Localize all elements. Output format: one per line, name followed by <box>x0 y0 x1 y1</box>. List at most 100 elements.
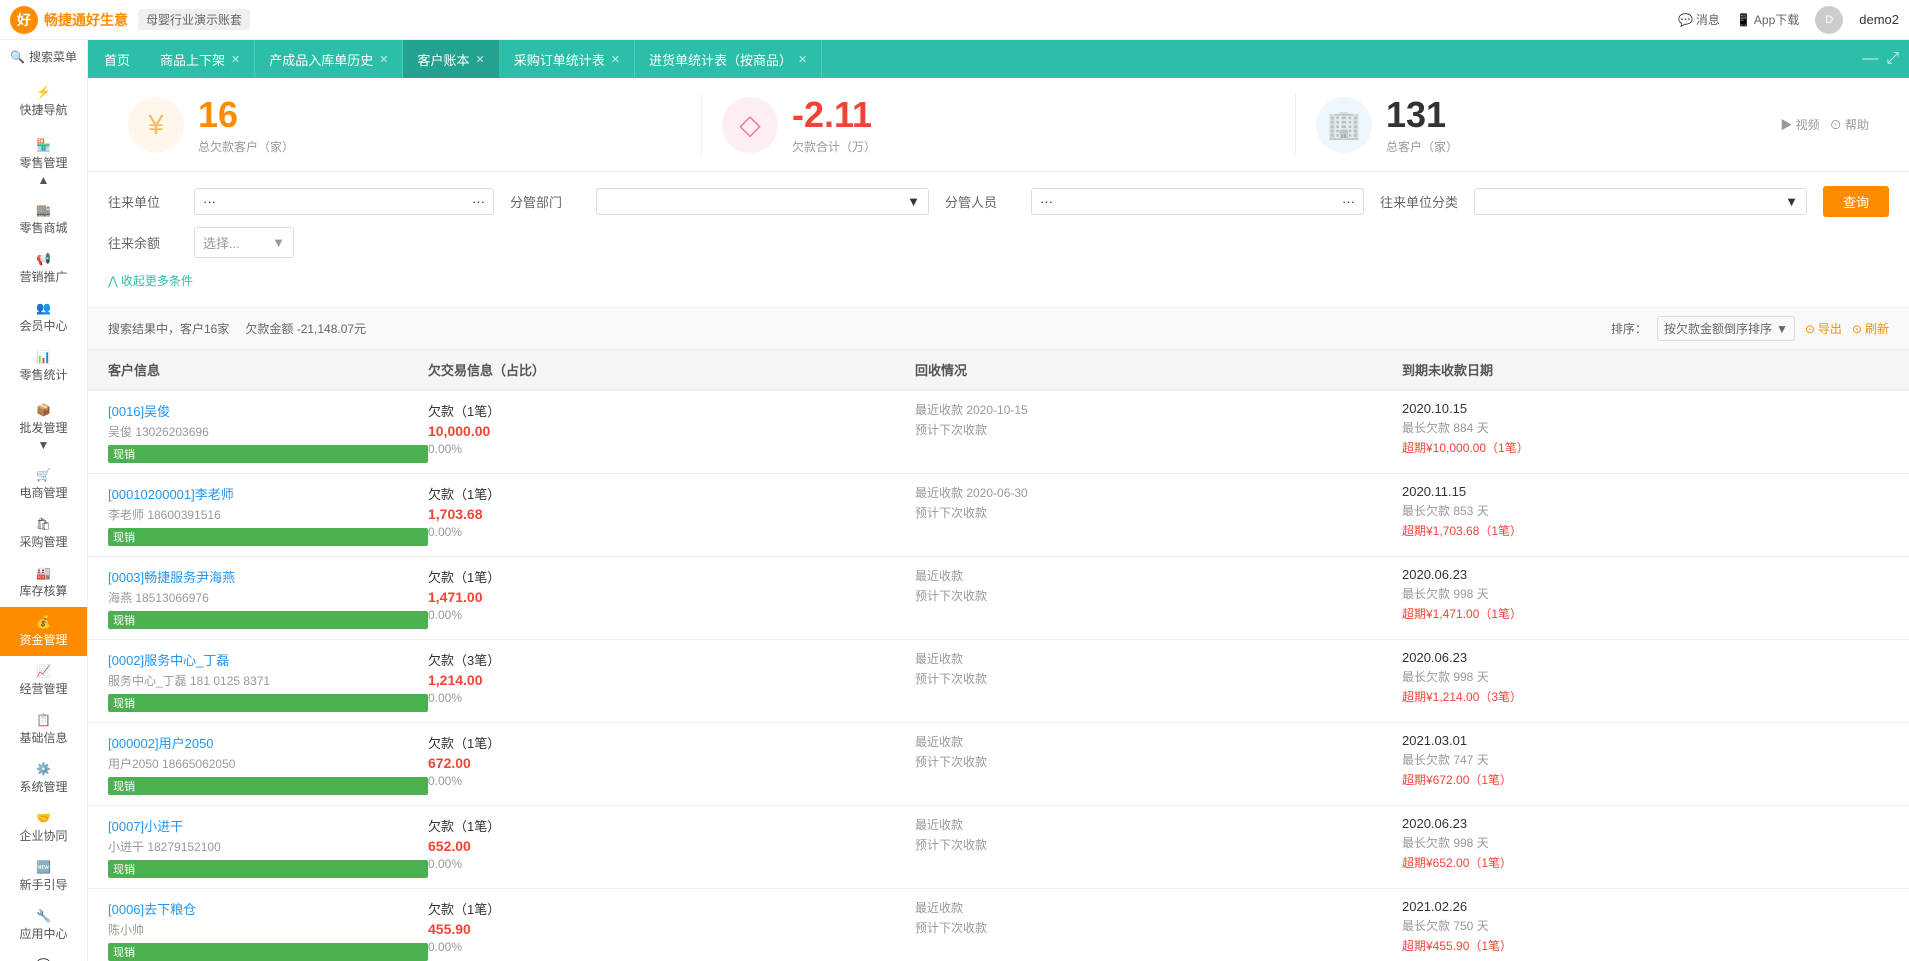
tab-minimize-btn[interactable]: — <box>1862 50 1878 68</box>
due-cell-4: 2021.03.01 最长欠款 747 天 超期¥672.00（1笔） <box>1402 733 1889 795</box>
filter-row-1: 往来单位 ··· ··· 分管部门 ▼ 分管人员 ··· <box>108 186 1889 217</box>
table-header: 客户信息 欠交易信息（占比） 回收情况 到期未收款日期 <box>88 350 1909 391</box>
customer-cell-4: [000002]用户2050 用户2050 18665062050 现销 <box>108 733 428 795</box>
sidebar-item-capital[interactable]: 💰 资金管理 <box>0 607 87 656</box>
debt-ratio-3: 0.00% <box>428 691 915 705</box>
sidebar-item-inventory[interactable]: 🏭 库存核算 <box>0 558 87 607</box>
avatar[interactable]: D <box>1815 6 1843 34</box>
marketing-icon: 📢 <box>36 252 51 266</box>
sidebar-item-nav[interactable]: ⚡ 快捷导航 <box>0 77 87 126</box>
tab-maximize-btn[interactable]: ⤢ <box>1886 50 1899 68</box>
customer-name-6[interactable]: [0006]去下粮仓 <box>108 899 428 918</box>
sort-label: 排序： <box>1611 320 1647 337</box>
customer-name-0016[interactable]: [0016]吴俊 <box>108 401 428 420</box>
stat-label-total-customers: 总客户（家） <box>1386 138 1458 155</box>
tab-close-purchase-stats[interactable]: ✕ <box>798 53 807 66</box>
customer-name-4[interactable]: [000002]用户2050 <box>108 733 428 752</box>
debt-amount-1[interactable]: 1,703.68 <box>428 506 915 522</box>
tab-product-shelf[interactable]: 商品上下架 ✕ <box>146 40 255 78</box>
total-customers-icon: 🏢 <box>1316 97 1372 153</box>
sidebar-item-purchase[interactable]: 🛍 采购管理 <box>0 509 87 558</box>
due-cell-3: 2020.06.23 最长欠款 998 天 超期¥1,214.00（3笔） <box>1402 650 1889 712</box>
video-icon: ▶ <box>1780 118 1792 132</box>
sidebar-item-guide[interactable]: 🆕 新手引导 <box>0 852 87 901</box>
sidebar-search-btn[interactable]: 🔍 搜索菜单 <box>0 40 87 73</box>
tab-purchase-order[interactable]: 采购订单统计表 ✕ <box>500 40 635 78</box>
sidebar-item-retail-stats[interactable]: 📊 零售统计 <box>0 342 87 391</box>
sidebar-item-system[interactable]: ⚙️ 系统管理 <box>0 754 87 803</box>
sidebar-item-corp-wechat[interactable]: 💬 企业微信 <box>0 950 87 961</box>
overdue-link-4[interactable]: 超期¥672.00（1笔） <box>1402 771 1889 788</box>
filter-row-2: 往来余额 选择... ▼ <box>108 227 1889 258</box>
next-payment-3: 预计下次收款 <box>915 670 1402 687</box>
refresh-btn[interactable]: ⊙ 刷新 <box>1852 320 1889 337</box>
app-download-btn[interactable]: 📱 App下载 <box>1736 11 1799 28</box>
customer-name-1[interactable]: [00010200001]李老师 <box>108 484 428 503</box>
search-button[interactable]: 查询 <box>1823 186 1889 217</box>
sidebar-item-ecommerce[interactable]: 🛒 电商管理 <box>0 460 87 509</box>
overdue-link-2[interactable]: 超期¥1,471.00（1笔） <box>1402 605 1889 622</box>
next-payment-2: 预计下次收款 <box>915 587 1402 604</box>
tab-customer-account[interactable]: 客户账本 ✕ <box>403 40 499 78</box>
table-row: [00010200001]李老师 李老师 18600391516 现销 欠款（1… <box>88 474 1909 557</box>
store-selector[interactable]: 母婴行业演示账套 <box>138 9 250 30</box>
sidebar-item-retail-store[interactable]: 🏬 零售商城 <box>0 195 87 244</box>
debt-amount-0016[interactable]: 10,000.00 <box>428 423 915 439</box>
next-payment-5: 预计下次收款 <box>915 836 1402 853</box>
tab-product-history[interactable]: 产成品入库单历史 ✕ <box>255 40 403 78</box>
balance-label: 往来余额 <box>108 233 178 252</box>
debt-amount-2[interactable]: 1,471.00 <box>428 589 915 605</box>
sidebar-item-corp-collab[interactable]: 🤝 企业协同 <box>0 803 87 852</box>
sidebar-item-operation[interactable]: 📈 经营管理 <box>0 656 87 705</box>
customer-phone-6: 陈小帅 <box>108 921 428 938</box>
sidebar-item-member[interactable]: 👥 会员中心 <box>0 293 87 342</box>
customer-name-2[interactable]: [0003]畅捷服务尹海燕 <box>108 567 428 586</box>
tab-close-product-shelf[interactable]: ✕ <box>231 53 240 66</box>
collapse-btn[interactable]: ⋀ 收起更多条件 <box>108 272 1889 289</box>
debt-amount-4[interactable]: 672.00 <box>428 755 915 771</box>
sidebar-item-batch-mgmt[interactable]: 📦 批发管理 ▼ <box>0 395 87 460</box>
tab-close-customer-account[interactable]: ✕ <box>476 53 485 66</box>
debt-cell-2: 欠款（1笔） 1,471.00 0.00% <box>428 567 915 629</box>
message-icon: 💬 <box>1678 13 1693 27</box>
messages-btn[interactable]: 💬 消息 <box>1678 11 1720 28</box>
customer-name-3[interactable]: [0002]服务中心_丁磊 <box>108 650 428 669</box>
debt-amount-6[interactable]: 455.90 <box>428 921 915 937</box>
recent-payment-3: 最近收款 <box>915 650 1402 667</box>
sort-select[interactable]: 按欠款金额倒序排序 ▼ <box>1657 316 1795 341</box>
unit-category-label: 往来单位分类 <box>1380 192 1458 211</box>
manager-input[interactable]: ··· ··· <box>1031 188 1364 215</box>
inventory-icon: 🏭 <box>36 566 51 580</box>
overdue-link-0016[interactable]: 超期¥10,000.00（1笔） <box>1402 439 1889 456</box>
top-bar-right: 💬 消息 📱 App下载 D demo2 <box>1678 6 1899 34</box>
customer-cell-3: [0002]服务中心_丁磊 服务中心_丁磊 181 0125 8371 现销 <box>108 650 428 712</box>
debt-cell-6: 欠款（1笔） 455.90 0.00% <box>428 899 915 961</box>
debt-amount-5[interactable]: 652.00 <box>428 838 915 854</box>
video-btn[interactable]: ▶ 视频 <box>1780 116 1819 133</box>
sidebar-item-retail-mgmt[interactable]: 🏪 零售管理 ▲ <box>0 130 87 195</box>
customer-name-5[interactable]: [0007]小进干 <box>108 816 428 835</box>
overdue-link-3[interactable]: 超期¥1,214.00（3笔） <box>1402 688 1889 705</box>
overdue-link-5[interactable]: 超期¥652.00（1笔） <box>1402 854 1889 871</box>
tab-purchase-stats[interactable]: 进货单统计表（按商品） ✕ <box>635 40 822 78</box>
tab-close-product-history[interactable]: ✕ <box>379 53 388 66</box>
username[interactable]: demo2 <box>1859 12 1899 27</box>
overdue-link-1[interactable]: 超期¥1,703.68（1笔） <box>1402 522 1889 539</box>
sidebar-item-marketing[interactable]: 📢 营销推广 <box>0 244 87 293</box>
dept-input[interactable]: ▼ <box>596 188 929 215</box>
debt-amount-3[interactable]: 1,214.00 <box>428 672 915 688</box>
tab-close-purchase-order[interactable]: ✕ <box>611 53 620 66</box>
from-unit-input[interactable]: ··· ··· <box>194 188 494 215</box>
tab-home[interactable]: 首页 <box>88 50 146 69</box>
stat-value-total-debt: -2.11 <box>792 94 876 136</box>
sidebar-item-basic-info[interactable]: 📋 基础信息 <box>0 705 87 754</box>
overdue-link-6[interactable]: 超期¥455.90（1笔） <box>1402 937 1889 954</box>
balance-select[interactable]: 选择... ▼ <box>194 227 294 258</box>
sidebar-item-app-center[interactable]: 🔧 应用中心 <box>0 901 87 950</box>
export-btn[interactable]: ⊙ 导出 <box>1805 320 1842 337</box>
help-btn[interactable]: ⊙ 帮助 <box>1830 116 1869 133</box>
customer-tag-3: 现销 <box>108 694 428 712</box>
unit-category-input[interactable]: ▼ <box>1474 188 1807 215</box>
dept-label: 分管部门 <box>510 192 580 211</box>
customer-cell-5: [0007]小进干 小进干 18279152100 现销 <box>108 816 428 878</box>
